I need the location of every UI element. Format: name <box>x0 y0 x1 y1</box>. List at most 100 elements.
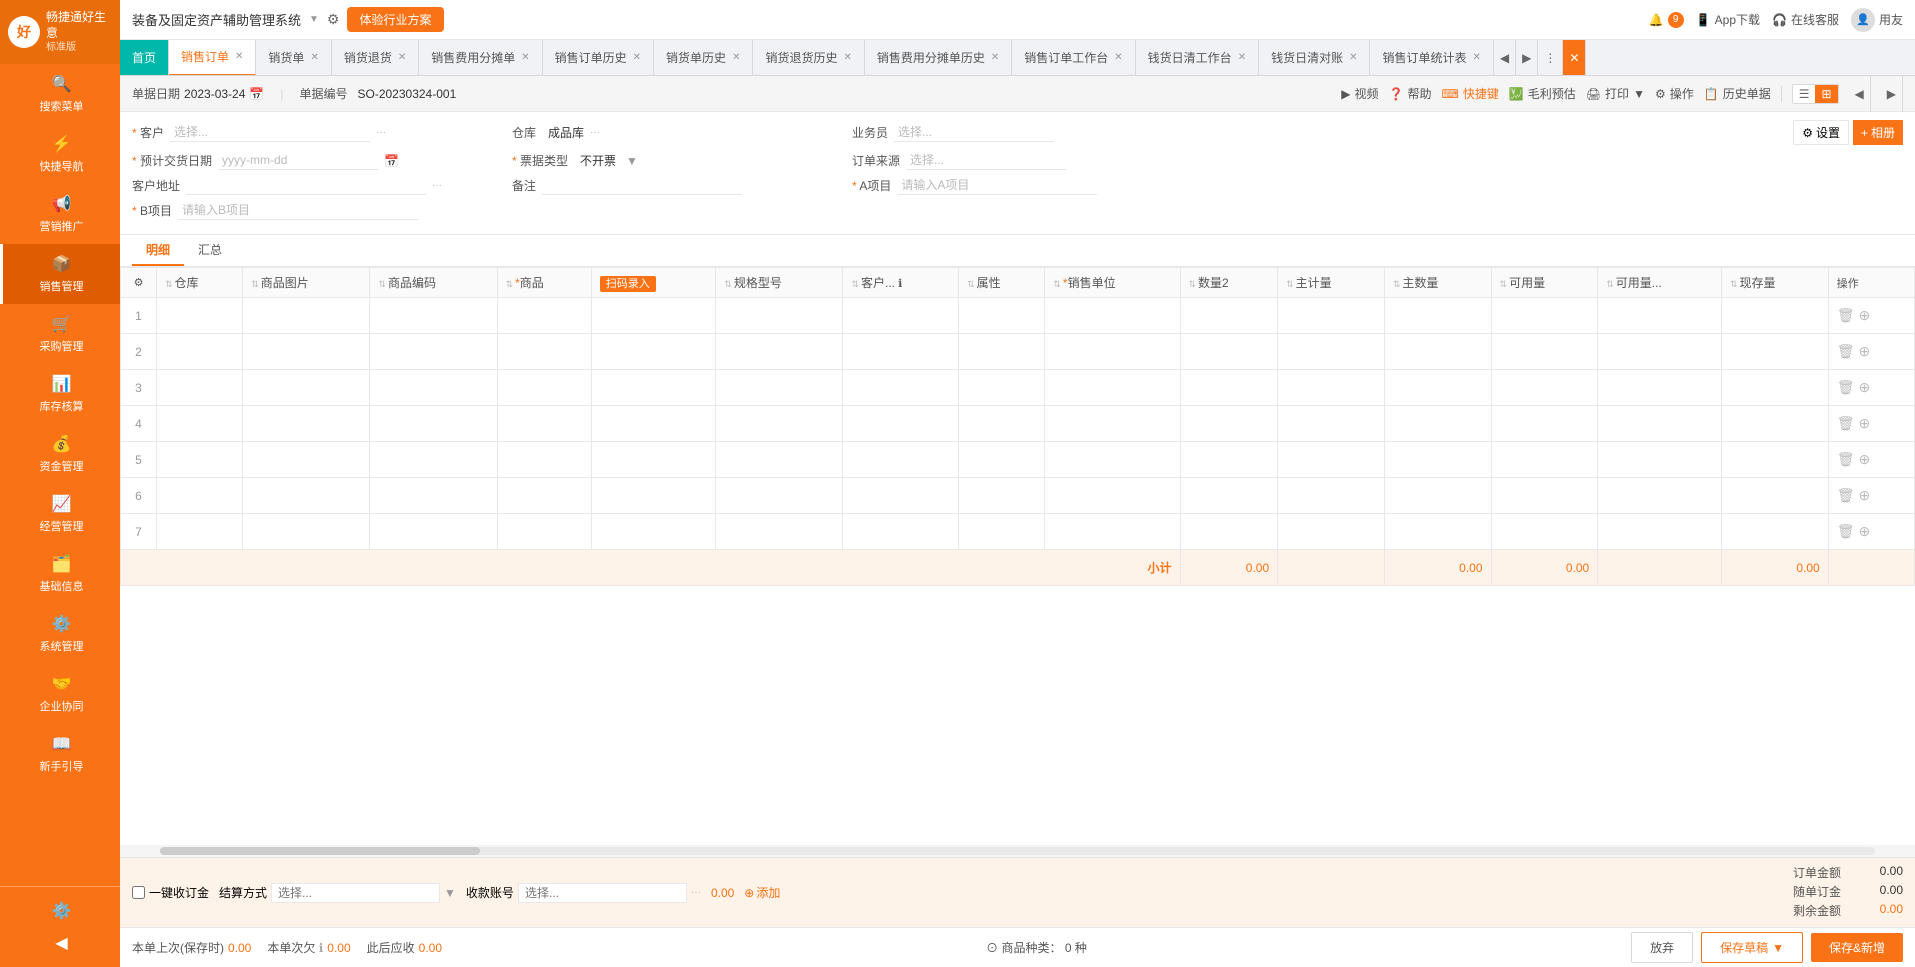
save-new-button[interactable]: 保存&新增 <box>1811 933 1903 962</box>
add-album-btn[interactable]: + 相册 <box>1853 120 1903 145</box>
address-more-icon[interactable]: ··· <box>432 180 442 191</box>
row-spec[interactable] <box>716 298 843 334</box>
tab-close-icon[interactable]: ✕ <box>991 52 999 63</box>
scrollbar-track[interactable] <box>160 847 1875 855</box>
remark-input[interactable] <box>542 176 742 195</box>
tab-home[interactable]: 首页 <box>120 40 169 76</box>
sidebar-item-marketing[interactable]: 📢 营销推广 <box>0 184 120 244</box>
tab-close-icon[interactable]: ✕ <box>633 52 641 63</box>
sidebar-collapse[interactable]: ◀ <box>0 927 120 959</box>
notification-bell[interactable]: 🔔 9 <box>1649 12 1684 28</box>
nav-next[interactable]: ▶ <box>1881 76 1903 112</box>
delivery-input[interactable] <box>218 151 378 170</box>
tab-invoice-history[interactable]: 销货单历史 ✕ <box>654 40 753 76</box>
save-draft-button[interactable]: 保存草稿 ▼ <box>1701 932 1803 963</box>
delete-icon[interactable]: 🗑 <box>1837 415 1855 432</box>
top-settings-icon[interactable]: ⚙ <box>327 11 340 28</box>
copy-icon[interactable]: ⊕ <box>1858 415 1870 432</box>
a-project-input[interactable] <box>897 176 1097 195</box>
tab-cash-workbench[interactable]: 钱货日清工作台 ✕ <box>1136 40 1259 76</box>
tab-sales-return[interactable]: 销货退货 ✕ <box>332 40 419 76</box>
customer-input[interactable] <box>170 123 370 142</box>
sidebar-item-inventory[interactable]: 📊 库存核算 <box>0 364 120 424</box>
tab-menu[interactable]: ⋮ <box>1538 40 1563 76</box>
sidebar-item-operations[interactable]: 📈 经营管理 <box>0 484 120 544</box>
system-dropdown-icon[interactable]: ▼ <box>309 14 319 25</box>
tab-close-icon[interactable]: ✕ <box>521 52 529 63</box>
sidebar-item-guide[interactable]: 📖 新手引导 <box>0 724 120 784</box>
tab-scroll-left[interactable]: ◀ <box>1494 40 1516 76</box>
row-main-qty[interactable] <box>1384 298 1491 334</box>
toolbar-history[interactable]: 📋 历史单据 <box>1704 85 1771 102</box>
copy-icon[interactable]: ⊕ <box>1858 451 1870 468</box>
settings-right-btn[interactable]: ⚙ 设置 <box>1793 120 1849 145</box>
sidebar-item-enterprise[interactable]: 🤝 企业协同 <box>0 664 120 724</box>
tab-close-icon[interactable]: ✕ <box>843 52 851 63</box>
toolbar-video[interactable]: ▶ 视频 <box>1341 85 1378 102</box>
delete-icon[interactable]: 🗑 <box>1837 307 1855 324</box>
toolbar-shortcut[interactable]: ⌨ 快捷键 <box>1442 85 1499 102</box>
user-menu[interactable]: 👤 用友 <box>1851 8 1903 32</box>
tab-sales-history[interactable]: 销售订单历史 ✕ <box>543 40 654 76</box>
view-grid-btn[interactable]: ⊞ <box>1815 85 1837 103</box>
payment-dropdown-icon[interactable]: ▼ <box>444 886 456 900</box>
tab-return-history[interactable]: 销货退货历史 ✕ <box>753 40 864 76</box>
detail-tab-detail[interactable]: 明细 <box>132 235 184 266</box>
row-unit[interactable] <box>1045 298 1180 334</box>
tab-cash-reconcile[interactable]: 钱货日清对账 ✕ <box>1259 40 1370 76</box>
add-payment-btn[interactable]: ⊕ 添加 <box>744 884 780 901</box>
save-draft-arrow[interactable]: ▼ <box>1772 941 1784 955</box>
tab-close-icon[interactable]: ✕ <box>235 51 243 62</box>
online-service[interactable]: 🎧 在线客服 <box>1772 11 1839 28</box>
tab-expense-history[interactable]: 销售费用分摊单历史 ✕ <box>865 40 1012 76</box>
delete-icon[interactable]: 🗑 <box>1837 343 1855 360</box>
tab-close-icon[interactable]: ✕ <box>1349 52 1357 63</box>
tab-stats[interactable]: 销售订单统计表 ✕ <box>1370 40 1493 76</box>
industry-button[interactable]: 体验行业方案 <box>347 7 443 32</box>
address-input[interactable] <box>186 176 426 195</box>
copy-icon[interactable]: ⊕ <box>1858 487 1870 504</box>
tab-order-workbench[interactable]: 销售订单工作台 ✕ <box>1012 40 1135 76</box>
row-customer-code[interactable] <box>843 298 959 334</box>
tab-sales-order[interactable]: 销售订单 ✕ <box>169 40 256 76</box>
delete-icon[interactable]: 🗑 <box>1837 523 1855 540</box>
tab-sales-expense[interactable]: 销售费用分摊单 ✕ <box>419 40 542 76</box>
copy-icon[interactable]: ⊕ <box>1858 379 1870 396</box>
tab-close-icon[interactable]: ✕ <box>1473 52 1481 63</box>
toolbar-action[interactable]: ⚙ 操作 <box>1655 85 1694 102</box>
sidebar-item-search[interactable]: 🔍 搜索菜单 <box>0 64 120 124</box>
copy-icon[interactable]: ⊕ <box>1858 523 1870 540</box>
sidebar-item-quicknav[interactable]: ⚡ 快捷导航 <box>0 124 120 184</box>
tab-close-all[interactable]: ✕ <box>1563 40 1586 76</box>
copy-icon[interactable]: ⊕ <box>1858 307 1870 324</box>
detail-tab-summary[interactable]: 汇总 <box>184 235 236 266</box>
tab-close-icon[interactable]: ✕ <box>1238 52 1246 63</box>
sidebar-item-purchase[interactable]: 🛒 采购管理 <box>0 304 120 364</box>
delete-icon[interactable]: 🗑 <box>1837 451 1855 468</box>
tab-sales-invoice[interactable]: 销货单 ✕ <box>256 40 331 76</box>
sidebar-item-system[interactable]: ⚙️ 系统管理 <box>0 604 120 664</box>
delete-icon[interactable]: 🗑 <box>1837 379 1855 396</box>
sidebar-settings[interactable]: ⚙️ <box>0 895 120 927</box>
nav-prev[interactable]: ◀ <box>1849 76 1871 112</box>
app-download[interactable]: 📱 App下载 <box>1696 11 1760 28</box>
staff-input[interactable] <box>894 123 1054 142</box>
sidebar-item-basic-info[interactable]: 🗂️ 基础信息 <box>0 544 120 604</box>
view-list-btn[interactable]: ☰ <box>1793 85 1816 103</box>
row-warehouse[interactable] <box>157 298 243 334</box>
warehouse-more-icon[interactable]: ··· <box>590 127 600 138</box>
tab-close-icon[interactable]: ✕ <box>732 52 740 63</box>
horizontal-scrollbar[interactable] <box>120 845 1915 857</box>
scrollbar-thumb[interactable] <box>160 847 480 855</box>
row-code[interactable] <box>370 298 497 334</box>
copy-icon[interactable]: ⊕ <box>1858 343 1870 360</box>
toolbar-profit[interactable]: 💹 毛利预估 <box>1509 85 1576 102</box>
account-input[interactable] <box>518 883 687 903</box>
tab-close-icon[interactable]: ✕ <box>398 52 406 63</box>
invoice-dropdown-icon[interactable]: ▼ <box>626 154 638 168</box>
scan-button[interactable]: 扫码录入 <box>600 276 656 292</box>
sidebar-item-finance[interactable]: 💰 资金管理 <box>0 424 120 484</box>
payment-method-input[interactable] <box>271 883 440 903</box>
tab-close-icon[interactable]: ✕ <box>1114 52 1122 63</box>
tab-scroll-right[interactable]: ▶ <box>1516 40 1538 76</box>
